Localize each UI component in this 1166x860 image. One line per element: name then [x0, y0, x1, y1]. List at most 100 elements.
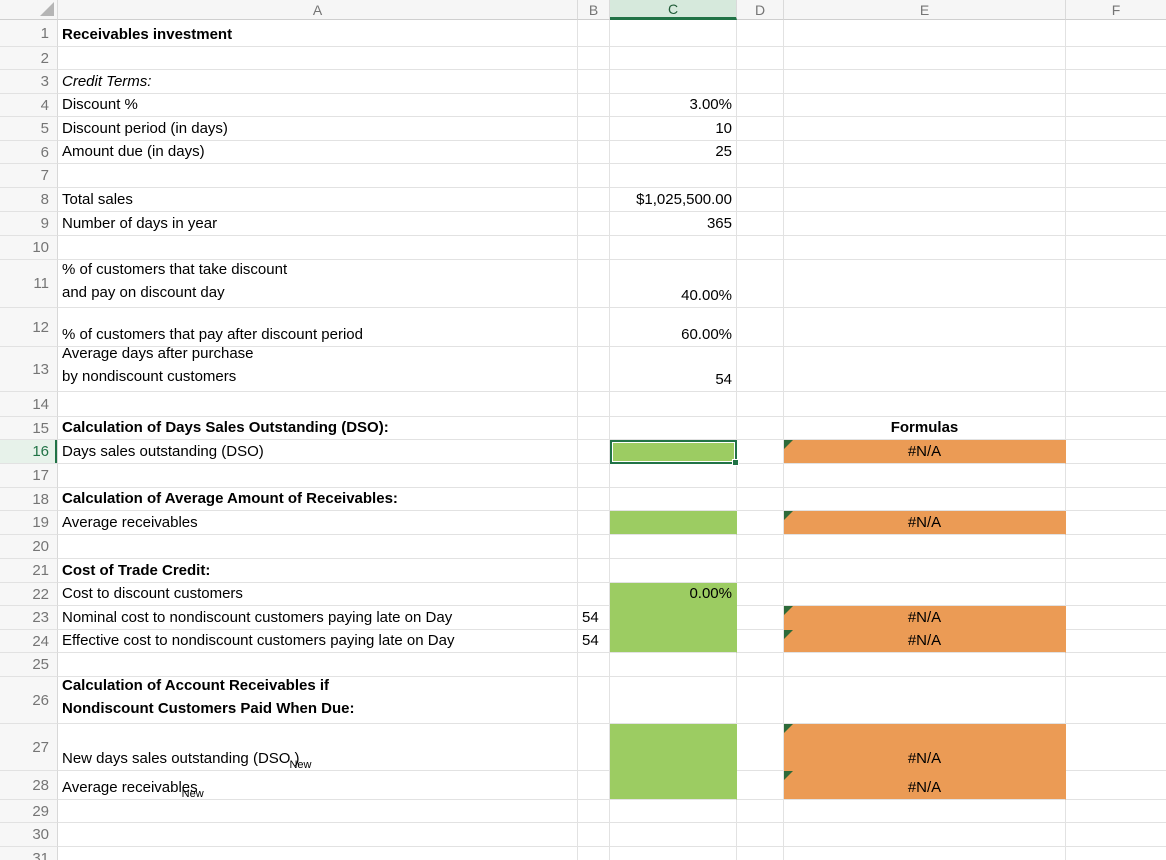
- column-header-C-selected[interactable]: C: [610, 0, 737, 20]
- cell-F5[interactable]: [1066, 117, 1166, 141]
- cell-D3[interactable]: [737, 70, 784, 94]
- row-header-1[interactable]: 1: [0, 20, 58, 47]
- cell-F26[interactable]: [1066, 677, 1166, 724]
- cell-F16[interactable]: [1066, 440, 1166, 464]
- cell-F11[interactable]: [1066, 260, 1166, 308]
- cell-F19[interactable]: [1066, 511, 1166, 535]
- cell-C12[interactable]: 60.00%: [610, 308, 737, 347]
- cell-C1[interactable]: [610, 20, 737, 47]
- cell-D19[interactable]: [737, 511, 784, 535]
- row-header-29[interactable]: 29: [0, 800, 58, 823]
- cell-C29[interactable]: [610, 800, 737, 823]
- cell-F4[interactable]: [1066, 94, 1166, 117]
- cell-B26[interactable]: [578, 677, 610, 724]
- cell-D13[interactable]: [737, 347, 784, 392]
- cell-D12[interactable]: [737, 308, 784, 347]
- cell-F27[interactable]: [1066, 724, 1166, 771]
- row-header-19[interactable]: 19: [0, 511, 58, 535]
- cell-C8[interactable]: $1,025,500.00: [610, 188, 737, 212]
- cell-A30[interactable]: [58, 823, 578, 847]
- cell-D30[interactable]: [737, 823, 784, 847]
- row-header-15[interactable]: 15: [0, 417, 58, 440]
- cell-B17[interactable]: [578, 464, 610, 488]
- row-header-7[interactable]: 7: [0, 164, 58, 188]
- cell-B5[interactable]: [578, 117, 610, 141]
- cell-E27[interactable]: #N/A: [784, 724, 1066, 771]
- cell-B6[interactable]: [578, 141, 610, 164]
- row-header-31[interactable]: 31: [0, 847, 58, 860]
- row-header-21[interactable]: 21: [0, 559, 58, 583]
- cell-B28[interactable]: [578, 771, 610, 800]
- cell-F10[interactable]: [1066, 236, 1166, 260]
- cell-B19[interactable]: [578, 511, 610, 535]
- cell-B3[interactable]: [578, 70, 610, 94]
- cell-F29[interactable]: [1066, 800, 1166, 823]
- cell-C17[interactable]: [610, 464, 737, 488]
- cell-C11[interactable]: 40.00%: [610, 260, 737, 308]
- cell-C23-input[interactable]: [610, 606, 737, 630]
- row-header-12[interactable]: 12: [0, 308, 58, 347]
- cell-F18[interactable]: [1066, 488, 1166, 511]
- cell-C21[interactable]: [610, 559, 737, 583]
- row-header-24[interactable]: 24: [0, 630, 58, 653]
- cell-F24[interactable]: [1066, 630, 1166, 653]
- cell-B31[interactable]: [578, 847, 610, 860]
- row-header-26[interactable]: 26: [0, 677, 58, 724]
- cell-D14[interactable]: [737, 392, 784, 417]
- cell-E16[interactable]: #N/A: [784, 440, 1066, 464]
- cell-D17[interactable]: [737, 464, 784, 488]
- cell-E31[interactable]: [784, 847, 1066, 860]
- cell-D25[interactable]: [737, 653, 784, 677]
- cell-E13[interactable]: [784, 347, 1066, 392]
- cell-D29[interactable]: [737, 800, 784, 823]
- cell-D24[interactable]: [737, 630, 784, 653]
- row-header-2[interactable]: 2: [0, 47, 58, 70]
- row-header-27[interactable]: 27: [0, 724, 58, 771]
- column-header-D[interactable]: D: [737, 0, 784, 20]
- cell-F13[interactable]: [1066, 347, 1166, 392]
- cell-E17[interactable]: [784, 464, 1066, 488]
- cell-A8[interactable]: Total sales: [58, 188, 578, 212]
- cell-F22[interactable]: [1066, 583, 1166, 606]
- cell-B20[interactable]: [578, 535, 610, 559]
- cell-B21[interactable]: [578, 559, 610, 583]
- cell-A16[interactable]: Days sales outstanding (DSO): [58, 440, 578, 464]
- row-header-5[interactable]: 5: [0, 117, 58, 141]
- cell-F31[interactable]: [1066, 847, 1166, 860]
- cell-D8[interactable]: [737, 188, 784, 212]
- row-header-9[interactable]: 9: [0, 212, 58, 236]
- cell-E2[interactable]: [784, 47, 1066, 70]
- cell-C27-input[interactable]: [610, 724, 737, 771]
- row-header-13[interactable]: 13: [0, 347, 58, 392]
- cell-A6[interactable]: Amount due (in days): [58, 141, 578, 164]
- cell-E5[interactable]: [784, 117, 1066, 141]
- cell-D10[interactable]: [737, 236, 784, 260]
- cell-B18[interactable]: [578, 488, 610, 511]
- cell-E22[interactable]: [784, 583, 1066, 606]
- cell-C22-input[interactable]: 0.00%: [610, 583, 737, 606]
- cell-B8[interactable]: [578, 188, 610, 212]
- row-header-11[interactable]: 11: [0, 260, 58, 308]
- cell-C2[interactable]: [610, 47, 737, 70]
- cell-A14[interactable]: [58, 392, 578, 417]
- cell-D5[interactable]: [737, 117, 784, 141]
- column-header-B[interactable]: B: [578, 0, 610, 20]
- cell-D26[interactable]: [737, 677, 784, 724]
- cell-B7[interactable]: [578, 164, 610, 188]
- column-header-A[interactable]: A: [58, 0, 578, 20]
- cell-E20[interactable]: [784, 535, 1066, 559]
- cell-E24[interactable]: #N/A: [784, 630, 1066, 653]
- cell-E28[interactable]: #N/A: [784, 771, 1066, 800]
- cell-B11[interactable]: [578, 260, 610, 308]
- cell-D4[interactable]: [737, 94, 784, 117]
- cell-C4[interactable]: 3.00%: [610, 94, 737, 117]
- cell-A27[interactable]: New days sales outstanding (DSONew): [58, 724, 578, 771]
- row-header-14[interactable]: 14: [0, 392, 58, 417]
- row-header-28[interactable]: 28: [0, 771, 58, 800]
- cell-B2[interactable]: [578, 47, 610, 70]
- cell-A9[interactable]: Number of days in year: [58, 212, 578, 236]
- cell-D28[interactable]: [737, 771, 784, 800]
- cell-A20[interactable]: [58, 535, 578, 559]
- row-header-3[interactable]: 3: [0, 70, 58, 94]
- cell-C3[interactable]: [610, 70, 737, 94]
